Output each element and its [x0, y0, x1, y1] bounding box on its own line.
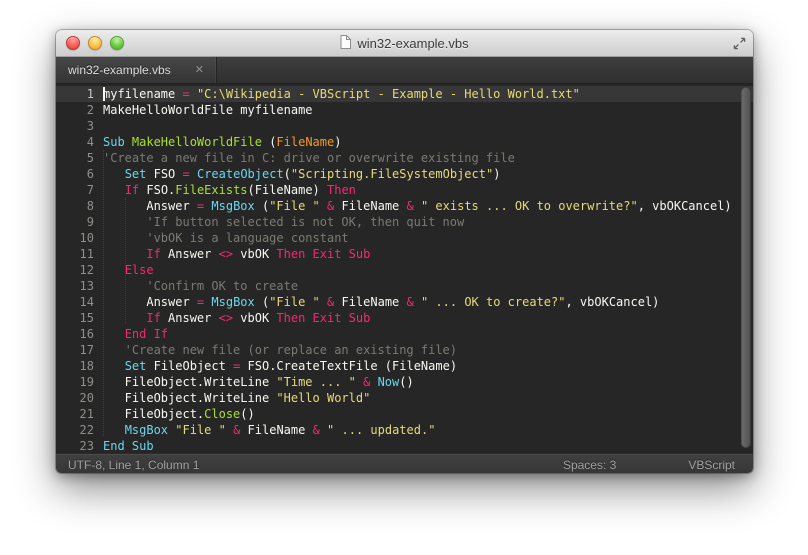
status-position: UTF-8, Line 1, Column 1 — [56, 458, 199, 472]
code-line[interactable]: 22 MsgBox "File " & FileName & " ... upd… — [56, 422, 753, 438]
line-number[interactable]: 4 — [56, 134, 94, 150]
code-text: 'Confirm OK to create — [103, 278, 298, 294]
code-line[interactable]: 5 'Create a new file in C: drive or overw… — [56, 150, 753, 166]
line-number[interactable]: 3 — [56, 118, 94, 134]
code-text: myfilename = "C:\Wikipedia - VBScript - … — [103, 86, 580, 102]
line-number[interactable]: 16 — [56, 326, 94, 342]
code-line[interactable]: 6 Set FSO = CreateObject("Scripting.File… — [56, 166, 753, 182]
code-line[interactable]: 17 'Create new file (or replace an exist… — [56, 342, 753, 358]
line-number[interactable]: 20 — [56, 390, 94, 406]
line-number[interactable]: 2 — [56, 102, 94, 118]
code-text: 'If button selected is not OK, then quit… — [103, 214, 464, 230]
code-line[interactable]: 14 Answer = MsgBox ("File " & FileName &… — [56, 294, 753, 310]
code-text: Sub MakeHelloWorldFile (FileName) — [103, 134, 341, 150]
status-syntax[interactable]: VBScript — [688, 458, 735, 472]
line-number[interactable]: 10 — [56, 230, 94, 246]
titlebar[interactable]: win32-example.vbs — [56, 30, 753, 57]
code-line[interactable]: 15 If Answer <> vbOK Then Exit Sub — [56, 310, 753, 326]
code-line[interactable]: 4 Sub MakeHelloWorldFile (FileName) — [56, 134, 753, 150]
line-number[interactable]: 23 — [56, 438, 94, 453]
code-line[interactable]: 7 If FSO.FileExists(FileName) Then — [56, 182, 753, 198]
code-text: Else — [103, 262, 154, 278]
code-text: Answer = MsgBox ("File " & FileName & " … — [103, 198, 732, 214]
code-text: FileObject.WriteLine "Time ... " & Now() — [103, 374, 414, 390]
status-indentation[interactable]: Spaces: 3 — [563, 458, 616, 472]
code-line[interactable]: 20 FileObject.WriteLine "Hello World" — [56, 390, 753, 406]
code-text: MsgBox "File " & FileName & " ... update… — [103, 422, 435, 438]
code-text: 'Create a new file in C: drive or overwr… — [103, 150, 515, 166]
minimize-window-button[interactable] — [88, 36, 102, 50]
tab-label: win32-example.vbs — [68, 63, 171, 77]
code-text: 'vbOK is a language constant — [103, 230, 349, 246]
code-line[interactable]: 3 — [56, 118, 753, 134]
document-icon — [340, 35, 351, 52]
window-title-area: win32-example.vbs — [340, 35, 468, 52]
code-text: Set FileObject = FSO.CreateTextFile (Fil… — [103, 358, 457, 374]
line-number[interactable]: 14 — [56, 294, 94, 310]
code-line[interactable]: 11 If Answer <> vbOK Then Exit Sub — [56, 246, 753, 262]
code-text: FileObject.WriteLine "Hello World" — [103, 390, 370, 406]
code-text: If Answer <> vbOK Then Exit Sub — [103, 310, 370, 326]
status-bar: UTF-8, Line 1, Column 1 Spaces: 3 VBScri… — [56, 453, 753, 473]
close-window-button[interactable] — [66, 36, 80, 50]
tab-win32-example[interactable]: win32-example.vbs ✕ — [56, 57, 217, 83]
line-number[interactable]: 22 — [56, 422, 94, 438]
fullscreen-button[interactable] — [731, 35, 747, 51]
code-line[interactable]: 12 Else — [56, 262, 753, 278]
line-number[interactable]: 6 — [56, 166, 94, 182]
code-line[interactable]: 16 End If — [56, 326, 753, 342]
window-title: win32-example.vbs — [357, 36, 468, 51]
line-number[interactable]: 11 — [56, 246, 94, 262]
line-number[interactable]: 19 — [56, 374, 94, 390]
line-number[interactable]: 18 — [56, 358, 94, 374]
code-line[interactable]: 18 Set FileObject = FSO.CreateTextFile (… — [56, 358, 753, 374]
line-number[interactable]: 21 — [56, 406, 94, 422]
code-line[interactable]: 9 'If button selected is not OK, then qu… — [56, 214, 753, 230]
line-number[interactable]: 12 — [56, 262, 94, 278]
code-line[interactable]: 2 MakeHelloWorldFile myfilename — [56, 102, 753, 118]
code-line[interactable]: 21 FileObject.Close() — [56, 406, 753, 422]
zoom-window-button[interactable] — [110, 36, 124, 50]
line-number[interactable]: 5 — [56, 150, 94, 166]
line-number[interactable]: 8 — [56, 198, 94, 214]
text-cursor — [103, 87, 105, 101]
vertical-scrollbar[interactable] — [741, 87, 751, 448]
code-text: End If — [103, 326, 168, 342]
line-number[interactable]: 9 — [56, 214, 94, 230]
code-text: 'Create new file (or replace an existing… — [103, 342, 457, 358]
code-text: FileObject.Close() — [103, 406, 255, 422]
code-text: MakeHelloWorldFile myfilename — [103, 102, 313, 118]
traffic-lights — [66, 30, 124, 56]
code-line[interactable]: 13 'Confirm OK to create — [56, 278, 753, 294]
code-text: Answer = MsgBox ("File " & FileName & " … — [103, 294, 659, 310]
code-text: End Sub — [103, 438, 154, 453]
line-number[interactable]: 1 — [56, 86, 94, 102]
code-text: If FSO.FileExists(FileName) Then — [103, 182, 356, 198]
code-editor[interactable]: 1 myfilename = "C:\Wikipedia - VBScript -… — [56, 84, 753, 453]
line-number[interactable]: 13 — [56, 278, 94, 294]
code-line[interactable]: 1 myfilename = "C:\Wikipedia - VBScript -… — [56, 86, 753, 102]
tab-bar: win32-example.vbs ✕ — [56, 57, 753, 84]
editor-window: win32-example.vbs win32-example.vbs ✕ 1m… — [56, 30, 753, 473]
code-line[interactable]: 23 End Sub — [56, 438, 753, 453]
code-text: If Answer <> vbOK Then Exit Sub — [103, 246, 370, 262]
scrollbar-thumb[interactable] — [741, 87, 751, 448]
line-number[interactable]: 17 — [56, 342, 94, 358]
tab-close-icon[interactable]: ✕ — [195, 65, 204, 76]
code-line[interactable]: 8 Answer = MsgBox ("File " & FileName & … — [56, 198, 753, 214]
code-line[interactable]: 19 FileObject.WriteLine "Time ... " & No… — [56, 374, 753, 390]
code-line[interactable]: 10 'vbOK is a language constant — [56, 230, 753, 246]
code-text: Set FSO = CreateObject("Scripting.FileSy… — [103, 166, 500, 182]
line-number[interactable]: 7 — [56, 182, 94, 198]
code-lines: 1 myfilename = "C:\Wikipedia - VBScript -… — [56, 86, 753, 453]
line-number[interactable]: 15 — [56, 310, 94, 326]
